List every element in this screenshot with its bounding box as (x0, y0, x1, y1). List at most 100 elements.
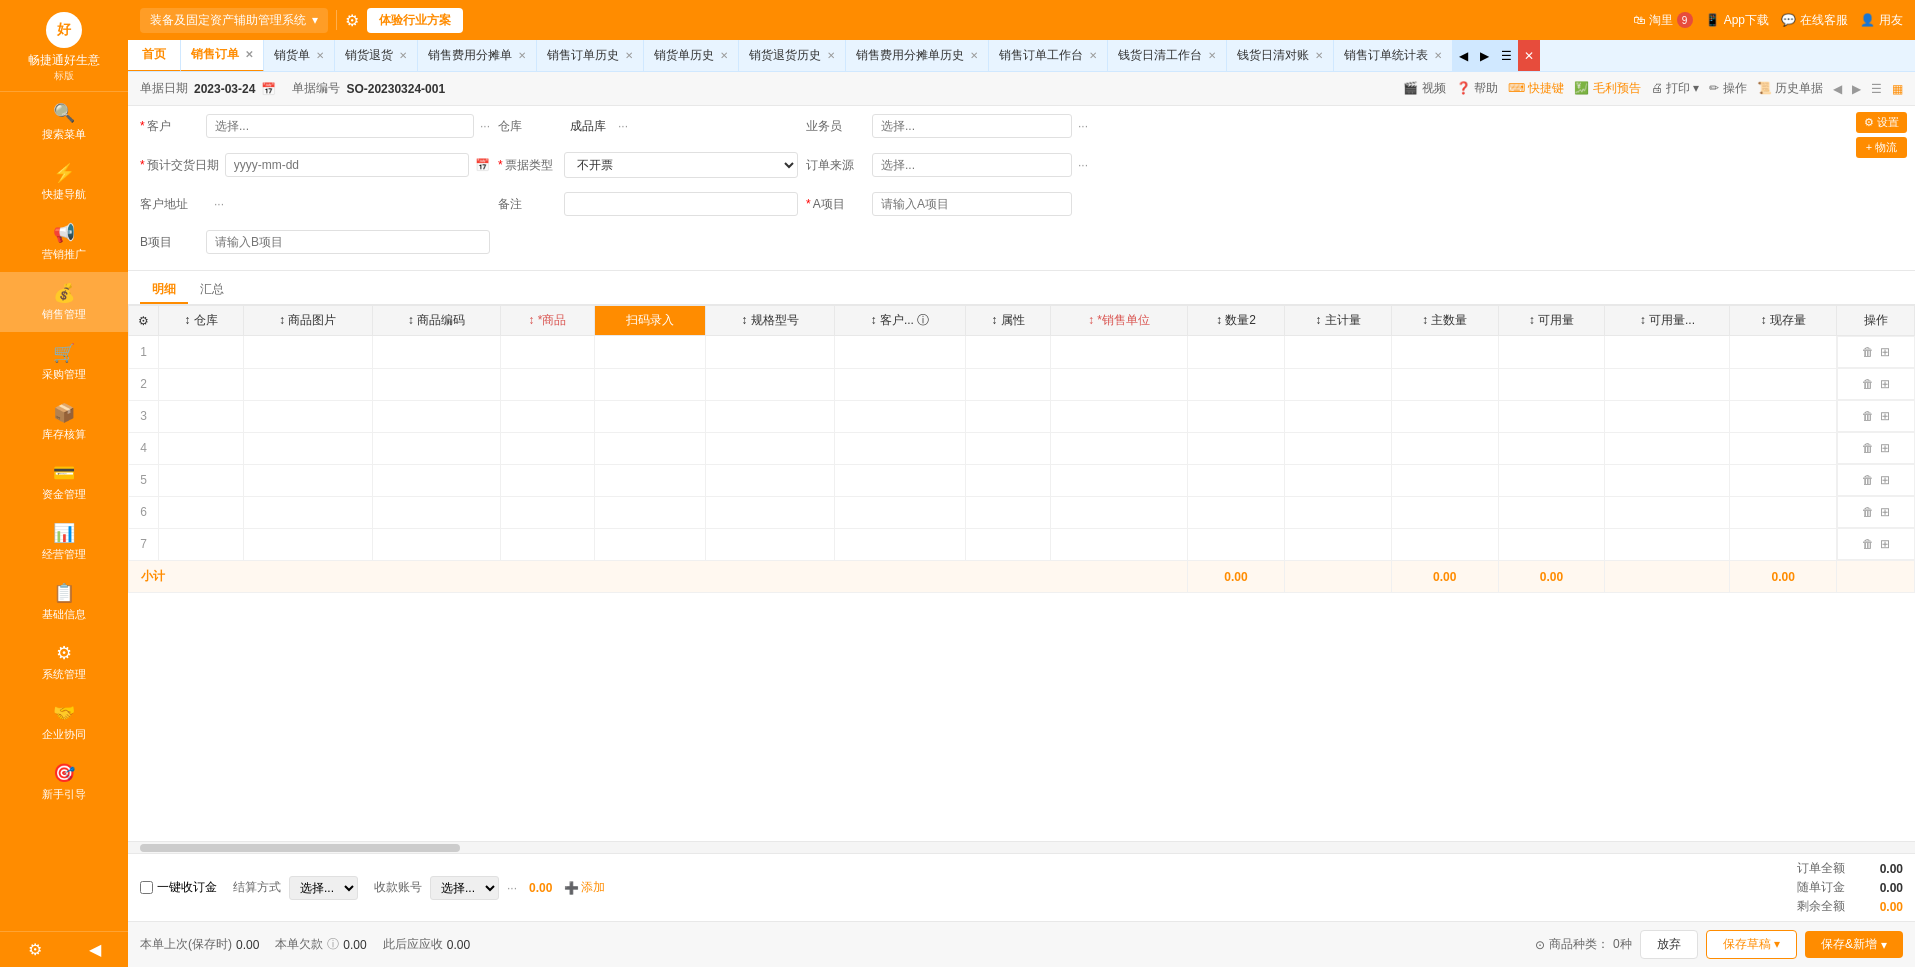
row-spec-2[interactable] (706, 368, 835, 400)
row-image-3[interactable] (243, 400, 372, 432)
col-qty2[interactable]: ↕ 数量2 (1188, 306, 1285, 336)
tab-expense-history[interactable]: 销售费用分摊单历史 ✕ (846, 40, 989, 72)
row-copy-4[interactable]: ⊞ (1880, 441, 1890, 455)
row-stock-4[interactable] (1730, 432, 1837, 464)
row-customer-code-2[interactable] (834, 368, 965, 400)
col-main-unit[interactable]: ↕ 主计量 (1285, 306, 1392, 336)
row-image-5[interactable] (243, 464, 372, 496)
row-code-6[interactable] (372, 496, 501, 528)
row-product-2[interactable] (501, 368, 594, 400)
row-stock-6[interactable] (1730, 496, 1837, 528)
row-stock-1[interactable] (1730, 336, 1837, 369)
profit-btn[interactable]: 💹 毛利预告 (1574, 80, 1640, 97)
row-delete-4[interactable]: 🗑 (1862, 441, 1874, 455)
row-main-qty-6[interactable] (1391, 496, 1498, 528)
row-warehouse-7[interactable] (159, 528, 244, 561)
col-attribute[interactable]: ↕ 属性 (966, 306, 1051, 336)
plan-button[interactable]: 体验行业方案 (367, 8, 463, 33)
row-customer-code-5[interactable] (834, 464, 965, 496)
row-stock-3[interactable] (1730, 400, 1837, 432)
row-available2-6[interactable] (1605, 496, 1730, 528)
row-available2-4[interactable] (1605, 432, 1730, 464)
row-attribute-1[interactable] (966, 336, 1051, 369)
tab-close-all[interactable]: ✕ (1518, 40, 1540, 72)
row-main-qty-5[interactable] (1391, 464, 1498, 496)
row-main-qty-4[interactable] (1391, 432, 1498, 464)
row-unit-1[interactable] (1050, 336, 1187, 369)
row-image-6[interactable] (243, 496, 372, 528)
row-customer-code-1[interactable] (834, 336, 965, 369)
topbar-gear-icon[interactable]: ⚙ (345, 11, 359, 30)
row-delete-3[interactable]: 🗑 (1862, 409, 1874, 423)
header-list-view[interactable]: ☰ (1871, 82, 1882, 96)
tab-close-order-stats[interactable]: ✕ (1434, 50, 1442, 61)
tab-sales-order[interactable]: 销售订单 ✕ (181, 40, 264, 72)
delivery-calendar-icon[interactable]: 📅 (475, 158, 490, 172)
tab-close-invoice-history[interactable]: ✕ (720, 50, 728, 61)
row-stock-2[interactable] (1730, 368, 1837, 400)
header-nav-prev[interactable]: ◀ (1833, 82, 1842, 96)
payment-method-select[interactable]: 选择... (289, 876, 358, 900)
save-draft-button[interactable]: 保存草稿 ▾ (1706, 930, 1797, 959)
account-select[interactable]: 选择... (430, 876, 499, 900)
row-spec-4[interactable] (706, 432, 835, 464)
sidebar-item-资金管理[interactable]: 💳资金管理 (0, 452, 128, 512)
a-project-input[interactable] (872, 192, 1072, 216)
col-customer-code[interactable]: ↕ 客户... ⓘ (834, 306, 965, 336)
order-source-input[interactable] (872, 153, 1072, 177)
row-code-5[interactable] (372, 464, 501, 496)
row-unit-4[interactable] (1050, 432, 1187, 464)
salesperson-dots[interactable]: ··· (1078, 119, 1088, 133)
tab-detail[interactable]: 明细 (140, 277, 188, 304)
row-copy-2[interactable]: ⊞ (1880, 377, 1890, 391)
row-product-5[interactable] (501, 464, 594, 496)
row-attribute-4[interactable] (966, 432, 1051, 464)
row-available-2[interactable] (1498, 368, 1605, 400)
tab-close-sales-order[interactable]: ✕ (245, 49, 253, 60)
salesperson-input[interactable] (872, 114, 1072, 138)
row-attribute-6[interactable] (966, 496, 1051, 528)
customer-dots[interactable]: ··· (480, 119, 490, 133)
tab-home[interactable]: 首页 (128, 40, 181, 72)
tab-close-returns-history[interactable]: ✕ (827, 50, 835, 61)
row-main-unit-5[interactable] (1285, 464, 1392, 496)
row-delete-7[interactable]: 🗑 (1862, 537, 1874, 551)
row-unit-2[interactable] (1050, 368, 1187, 400)
row-qty2-5[interactable] (1188, 464, 1285, 496)
row-main-unit-6[interactable] (1285, 496, 1392, 528)
row-spec-3[interactable] (706, 400, 835, 432)
row-spec-1[interactable] (706, 336, 835, 369)
row-image-1[interactable] (243, 336, 372, 369)
discard-button[interactable]: 放弃 (1640, 930, 1698, 959)
row-delete-1[interactable]: 🗑 (1862, 345, 1874, 359)
tab-order-stats[interactable]: 销售订单统计表 ✕ (1334, 40, 1453, 72)
row-product-7[interactable] (501, 528, 594, 561)
row-available-6[interactable] (1498, 496, 1605, 528)
row-qty2-2[interactable] (1188, 368, 1285, 400)
row-image-2[interactable] (243, 368, 372, 400)
tab-close-expense-history[interactable]: ✕ (970, 50, 978, 61)
row-available-5[interactable] (1498, 464, 1605, 496)
sidebar-item-库存核算[interactable]: 📦库存核算 (0, 392, 128, 452)
row-customer-code-3[interactable] (834, 400, 965, 432)
tab-expense-split[interactable]: 销售费用分摊单 ✕ (418, 40, 537, 72)
sidebar-item-新手引导[interactable]: 🎯新手引导 (0, 752, 128, 812)
row-delete-6[interactable]: 🗑 (1862, 505, 1874, 519)
row-spec-5[interactable] (706, 464, 835, 496)
row-unit-6[interactable] (1050, 496, 1187, 528)
row-warehouse-1[interactable] (159, 336, 244, 369)
row-code-7[interactable] (372, 528, 501, 561)
tab-menu[interactable]: ☰ (1495, 40, 1518, 72)
tab-close-sales-invoice[interactable]: ✕ (316, 50, 324, 61)
col-unit[interactable]: ↕ *销售单位 (1050, 306, 1187, 336)
row-available-3[interactable] (1498, 400, 1605, 432)
tab-close-reconcile[interactable]: ✕ (1315, 50, 1323, 61)
tab-daily-clear[interactable]: 钱货日清工作台 ✕ (1108, 40, 1227, 72)
tab-close-order-workbench[interactable]: ✕ (1089, 50, 1097, 61)
calendar-icon[interactable]: 📅 (261, 82, 276, 96)
row-customer-code-6[interactable] (834, 496, 965, 528)
row-qty2-4[interactable] (1188, 432, 1285, 464)
row-qty2-7[interactable] (1188, 528, 1285, 561)
b-project-input[interactable] (206, 230, 490, 254)
account-dots[interactable]: ··· (507, 881, 517, 895)
